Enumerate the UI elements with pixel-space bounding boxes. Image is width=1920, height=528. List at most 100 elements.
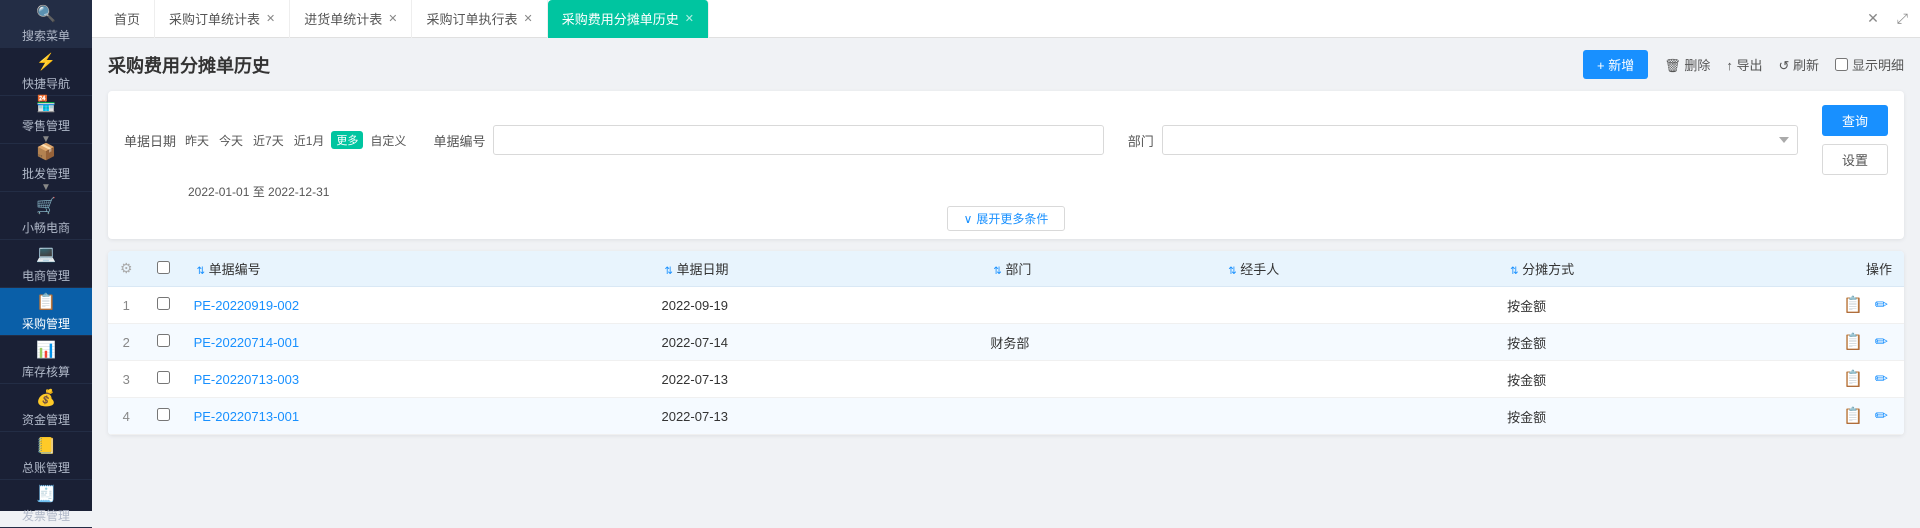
row-dept xyxy=(978,398,1213,435)
row-handler xyxy=(1213,324,1495,361)
col-sort-icon: ⇅ xyxy=(1510,266,1518,277)
data-table-wrapper: ⚙ ⇅ 单据编号 ⇅ 单据日期 xyxy=(108,251,1904,435)
table-row: 1 PE-20220919-002 2022-09-19 按金额 📋 ✏ xyxy=(108,287,1904,324)
doc-link[interactable]: PE-20220714-001 xyxy=(194,335,300,350)
shortcut-yesterday[interactable]: 昨天 xyxy=(182,131,212,150)
col-sort-icon: ⇅ xyxy=(1228,266,1236,277)
expand-more-button[interactable]: ∨ 展开更多条件 xyxy=(947,206,1066,231)
show-columns-toggle[interactable]: 显示明细 xyxy=(1835,55,1904,74)
row-date: 2022-09-19 xyxy=(649,287,978,324)
row-settings: 3 xyxy=(108,361,145,398)
add-button[interactable]: + 新增 xyxy=(1583,50,1648,79)
doc-link[interactable]: PE-20220713-003 xyxy=(194,372,300,387)
shortcut-today[interactable]: 今天 xyxy=(216,131,246,150)
col-checkbox xyxy=(145,251,182,287)
tab-label: 采购订单执行表 xyxy=(426,9,517,28)
tab-close-icon[interactable]: ✕ xyxy=(524,12,533,25)
sidebar-item-retail[interactable]: 🏪 零售管理 ▼ xyxy=(0,96,92,144)
row-checkbox[interactable] xyxy=(157,297,170,310)
view-button[interactable]: 📋 xyxy=(1839,408,1867,425)
page-title: 采购费用分摊单历史 xyxy=(108,52,270,78)
row-checkbox-cell xyxy=(145,287,182,324)
refresh-button[interactable]: ↺ 刷新 xyxy=(1778,55,1819,74)
export-button[interactable]: ↑ 导出 xyxy=(1726,55,1762,74)
row-checkbox-cell xyxy=(145,324,182,361)
tab-home[interactable]: 首页 xyxy=(100,0,155,38)
tab-close-icon[interactable]: ✕ xyxy=(266,12,275,25)
row-checkbox[interactable] xyxy=(157,408,170,421)
row-checkbox[interactable] xyxy=(157,371,170,384)
tab-close-icon[interactable]: ✕ xyxy=(685,12,694,25)
filter-row-1: 单据日期 昨天 今天 近7天 近1月 更多 自定义 单据编号 xyxy=(124,105,1888,175)
sidebar-item-finance[interactable]: 💰 资金管理 xyxy=(0,384,92,432)
tab-incoming-stats[interactable]: 进货单统计表 ✕ xyxy=(290,0,412,38)
table-row: 2 PE-20220714-001 2022-07-14 财务部 按金额 📋 ✏ xyxy=(108,324,1904,361)
expand-btn-label: 展开更多条件 xyxy=(976,210,1048,227)
dept-label: 部门 xyxy=(1128,131,1154,150)
row-dept xyxy=(978,287,1213,324)
table-row: 3 PE-20220713-003 2022-07-13 按金额 📋 ✏ xyxy=(108,361,1904,398)
select-all-checkbox[interactable] xyxy=(157,261,170,274)
sidebar: 🔍 搜索菜单 ⚡ 快捷导航 🏪 零售管理 ▼ 📦 批发管理 ▼ 🛒 小畅电商 💻… xyxy=(0,0,92,511)
row-settings: 2 xyxy=(108,324,145,361)
doc-link[interactable]: PE-20220713-001 xyxy=(194,409,300,424)
edit-button[interactable]: ✏ xyxy=(1871,297,1892,314)
dept-select[interactable] xyxy=(1162,125,1798,155)
nav-icon: ⚡ xyxy=(36,52,56,72)
query-button[interactable]: 查询 xyxy=(1822,105,1888,136)
retail-icon: 🏪 xyxy=(36,94,56,114)
sidebar-item-ecommerce[interactable]: 💻 电商管理 xyxy=(0,240,92,288)
sidebar-item-inventory[interactable]: 📊 库存核算 xyxy=(0,336,92,384)
table-header-row: ⚙ ⇅ 单据编号 ⇅ 单据日期 xyxy=(108,251,1904,287)
chevron-down-icon: ∨ xyxy=(964,212,973,226)
row-method: 按金额 xyxy=(1495,361,1824,398)
invoice-icon: 🧾 xyxy=(36,484,56,504)
edit-button[interactable]: ✏ xyxy=(1871,371,1892,388)
col-sort-icon: ⇅ xyxy=(197,266,205,277)
row-method: 按金额 xyxy=(1495,287,1824,324)
delete-button[interactable]: 🗑 删除 xyxy=(1664,55,1710,74)
purchase-icon: 📋 xyxy=(36,292,56,312)
shortcut-1month[interactable]: 近1月 xyxy=(291,131,328,150)
page-header: 采购费用分摊单历史 + 新增 🗑 删除 ↑ 导出 ↺ 刷新 显示明细 xyxy=(108,50,1904,79)
doc-link[interactable]: PE-20220919-002 xyxy=(194,298,300,313)
view-button[interactable]: 📋 xyxy=(1839,297,1867,314)
ecommerce-icon: 💻 xyxy=(36,244,56,264)
row-dept: 财务部 xyxy=(978,324,1213,361)
gear-icon[interactable]: ⚙ xyxy=(120,260,133,276)
shortcut-7days[interactable]: 近7天 xyxy=(250,131,287,150)
shortcut-custom[interactable]: 自定义 xyxy=(367,131,409,150)
cart-icon: 🛒 xyxy=(36,196,56,216)
tab-actions: ✕ ⤢ xyxy=(1863,8,1912,29)
sidebar-item-invoice[interactable]: 🧾 发票管理 xyxy=(0,480,92,528)
edit-button[interactable]: ✏ xyxy=(1871,334,1892,351)
edit-button[interactable]: ✏ xyxy=(1871,408,1892,425)
close-window-btn[interactable]: ✕ xyxy=(1863,8,1883,29)
view-button[interactable]: 📋 xyxy=(1839,371,1867,388)
sidebar-item-purchase[interactable]: 📋 采购管理 xyxy=(0,288,92,336)
docnum-label: 单据编号 xyxy=(433,131,485,150)
shortcut-more[interactable]: 更多 xyxy=(331,131,363,149)
view-button[interactable]: 📋 xyxy=(1839,334,1867,351)
tab-close-icon[interactable]: ✕ xyxy=(388,12,397,25)
tab-purchase-order-exec[interactable]: 采购订单执行表 ✕ xyxy=(412,0,547,38)
sidebar-item-search[interactable]: 🔍 搜索菜单 xyxy=(0,0,92,48)
tab-bar: 首页 采购订单统计表 ✕ 进货单统计表 ✕ 采购订单执行表 ✕ 采购费用分摊单历… xyxy=(92,0,1920,38)
row-checkbox[interactable] xyxy=(157,334,170,347)
sidebar-item-ecommerce-small[interactable]: 🛒 小畅电商 xyxy=(0,192,92,240)
col-docnum: ⇅ 单据编号 xyxy=(182,251,650,287)
filter-settings-button[interactable]: 设置 xyxy=(1822,144,1888,175)
tab-purchase-order-stats[interactable]: 采购订单统计表 ✕ xyxy=(155,0,290,38)
sidebar-item-wholesale[interactable]: 📦 批发管理 ▼ xyxy=(0,144,92,192)
row-handler xyxy=(1213,287,1495,324)
expand-window-btn[interactable]: ⤢ xyxy=(1893,8,1912,29)
tab-cost-split-history[interactable]: 采购费用分摊单历史 ✕ xyxy=(548,0,709,38)
row-ops: 📋 ✏ xyxy=(1824,361,1904,398)
docnum-input[interactable] xyxy=(493,125,1103,155)
show-columns-checkbox[interactable] xyxy=(1835,58,1848,71)
sidebar-item-quicknav[interactable]: ⚡ 快捷导航 xyxy=(0,48,92,96)
row-checkbox-cell xyxy=(145,398,182,435)
filter-dept: 部门 xyxy=(1128,125,1798,155)
sidebar-item-label: 库存核算 xyxy=(22,363,70,380)
sidebar-item-ledger[interactable]: 📒 总账管理 xyxy=(0,432,92,480)
